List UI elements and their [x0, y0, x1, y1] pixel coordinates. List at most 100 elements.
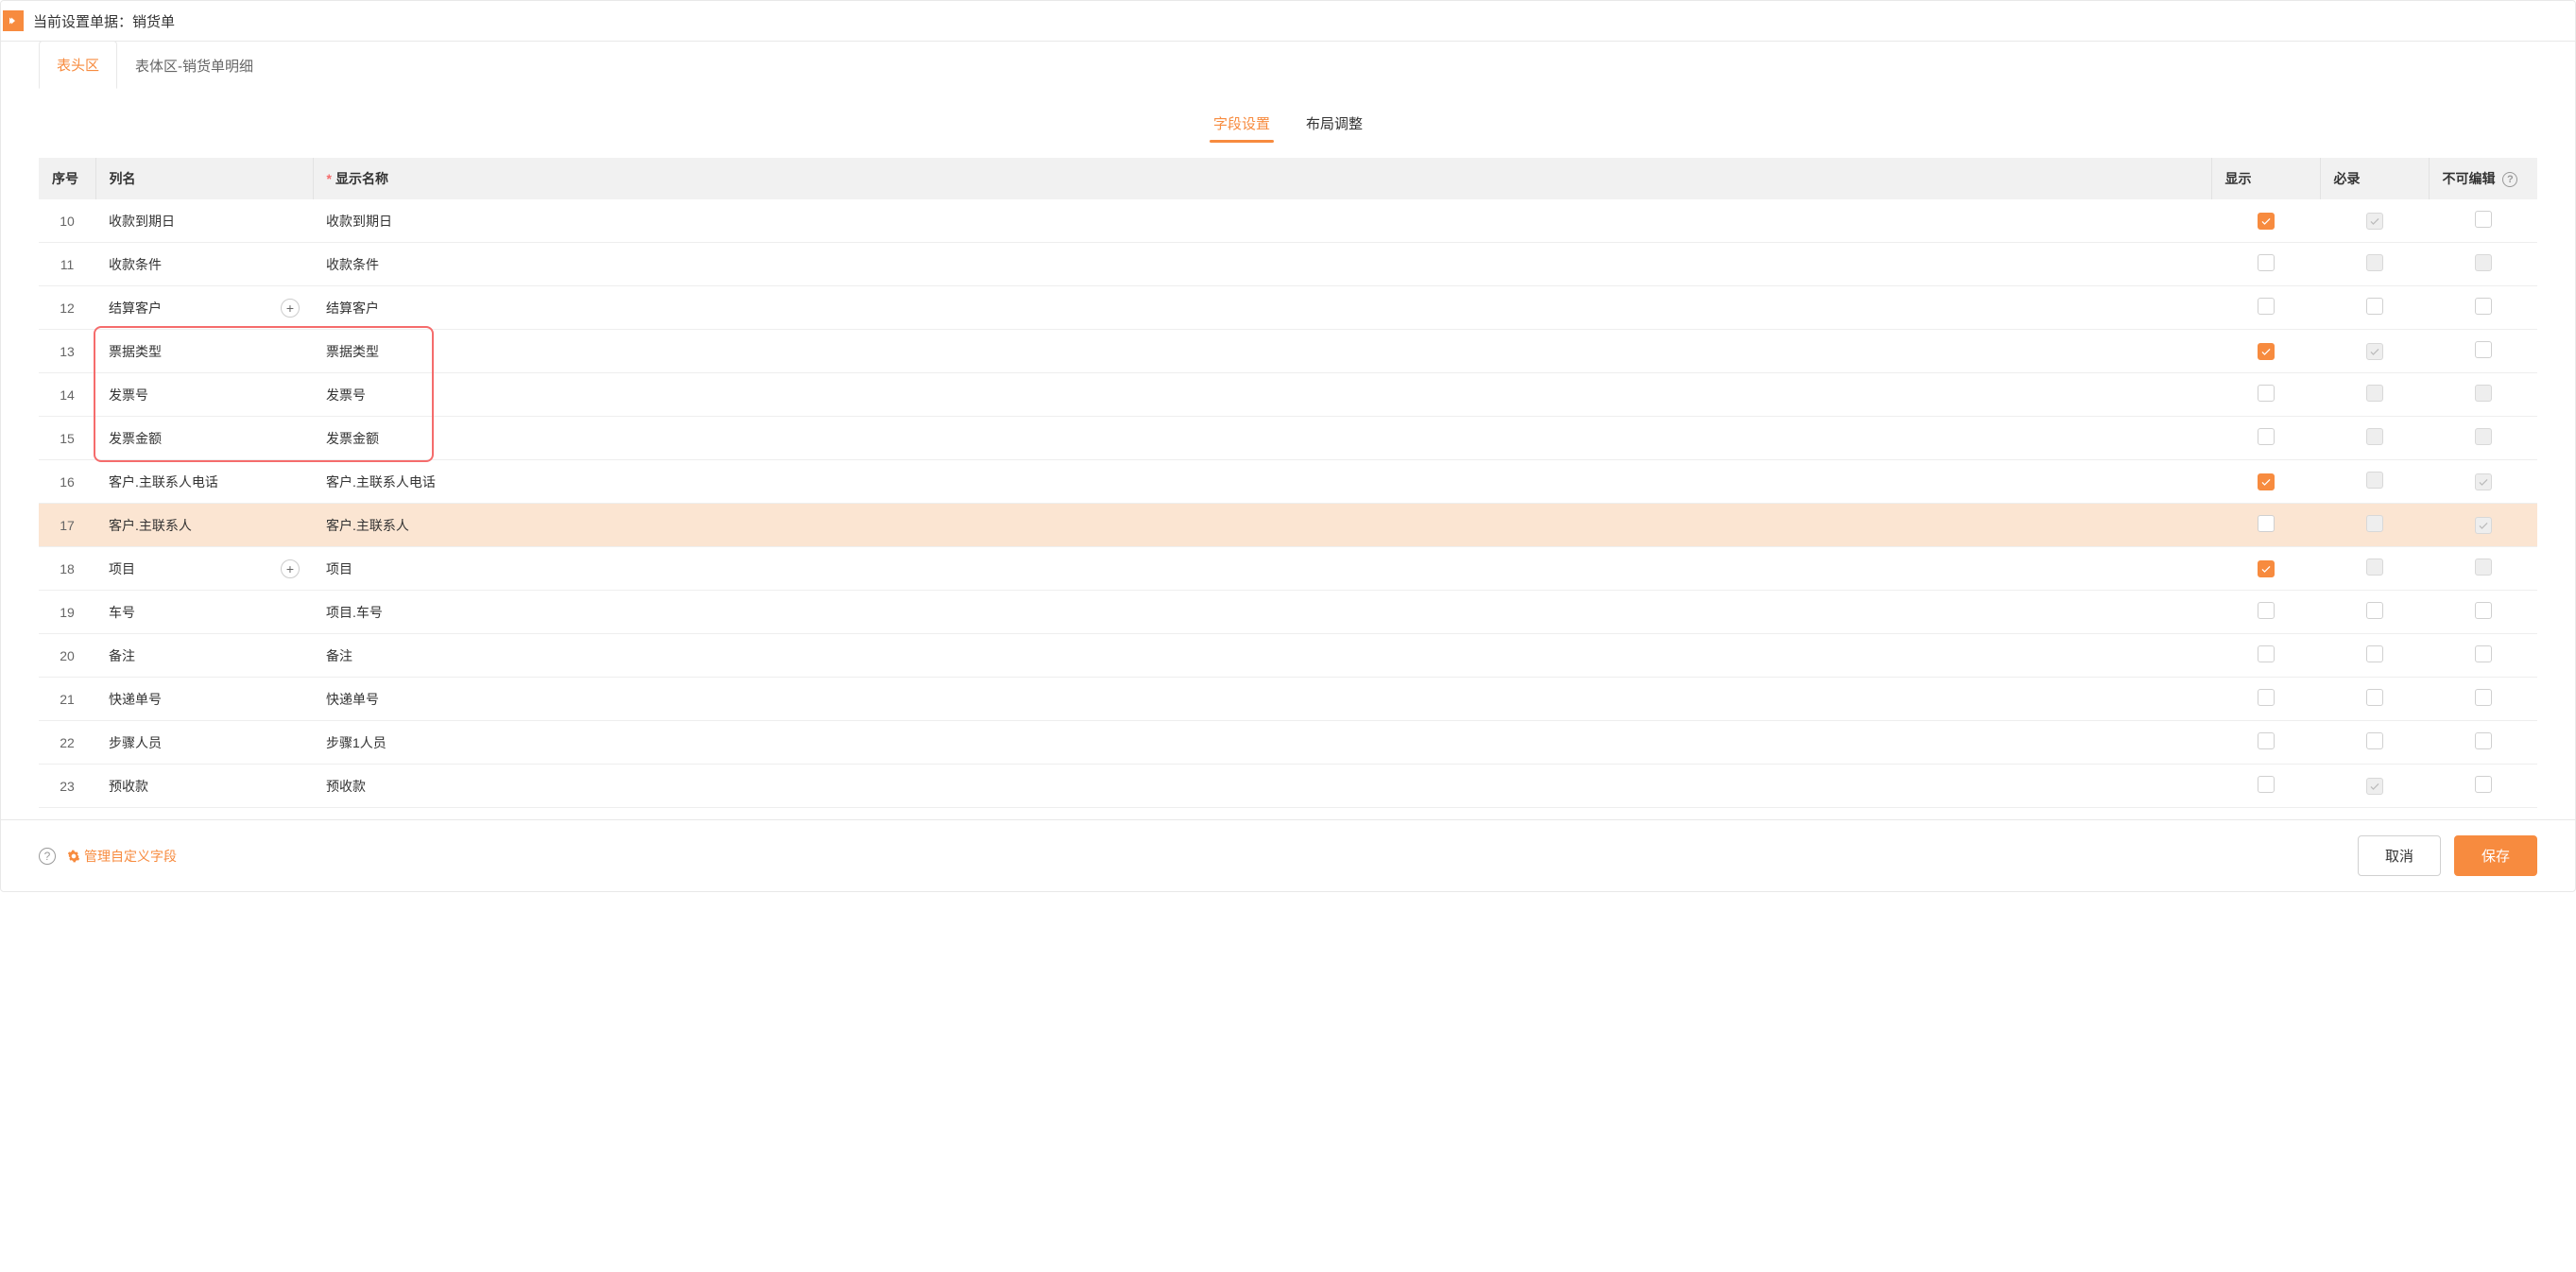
cell-not-editable	[2429, 199, 2537, 243]
cell-required	[2320, 199, 2429, 243]
cell-not-editable	[2429, 591, 2537, 634]
checkbox-required[interactable]	[2366, 602, 2383, 619]
checkbox-not-editable[interactable]	[2475, 776, 2492, 793]
cell-seq: 12	[39, 286, 95, 330]
cell-not-editable	[2429, 504, 2537, 547]
table-row: 20备注备注	[39, 634, 2537, 678]
header-required: 必录	[2320, 158, 2429, 199]
checkbox-show[interactable]	[2258, 560, 2275, 577]
header-bar: 当前设置单据：销货单	[1, 1, 2575, 42]
table-row: 21快递单号快递单号	[39, 678, 2537, 721]
expand-toggle-button[interactable]	[3, 10, 24, 31]
checkbox-required[interactable]	[2366, 645, 2383, 662]
cell-not-editable	[2429, 678, 2537, 721]
table-row: 23预收款预收款	[39, 765, 2537, 808]
main-tabs: 表头区表体区-销货单明细	[1, 41, 2575, 89]
cell-display-name[interactable]: 预收款	[313, 765, 2211, 808]
col-name-text: 车号	[109, 603, 135, 622]
doc-title: 当前设置单据：销货单	[33, 11, 175, 31]
checkbox-not-editable	[2475, 517, 2492, 534]
cell-seq: 13	[39, 330, 95, 373]
tab-1[interactable]: 表体区-销货单明细	[117, 42, 271, 89]
checkbox-required[interactable]	[2366, 689, 2383, 706]
col-name-text: 项目	[109, 559, 135, 578]
sub-tab-1[interactable]: 布局调整	[1302, 106, 1366, 141]
checkbox-show[interactable]	[2258, 385, 2275, 402]
cell-col-name: 预收款	[95, 765, 313, 808]
checkbox-show[interactable]	[2258, 776, 2275, 793]
cell-display-name[interactable]: 发票号	[313, 373, 2211, 417]
checkbox-show[interactable]	[2258, 515, 2275, 532]
add-sub-field-button[interactable]: +	[281, 559, 300, 578]
checkbox-show[interactable]	[2258, 428, 2275, 445]
checkbox-not-editable[interactable]	[2475, 211, 2492, 228]
checkbox-show[interactable]	[2258, 645, 2275, 662]
checkbox-not-editable[interactable]	[2475, 689, 2492, 706]
gear-icon	[67, 850, 80, 863]
footer-right: 取消 保存	[2358, 835, 2537, 876]
cell-display-name[interactable]: 发票金额	[313, 417, 2211, 460]
cell-required	[2320, 591, 2429, 634]
cell-col-name: 发票金额	[95, 417, 313, 460]
cell-show	[2211, 286, 2320, 330]
cell-display-name[interactable]: 步骤1人员	[313, 721, 2211, 765]
cell-seq: 10	[39, 199, 95, 243]
question-icon[interactable]: ?	[39, 848, 56, 865]
cell-display-name[interactable]: 备注	[313, 634, 2211, 678]
help-icon[interactable]: ?	[2502, 172, 2517, 187]
cell-show	[2211, 199, 2320, 243]
cell-not-editable	[2429, 373, 2537, 417]
checkbox-show[interactable]	[2258, 298, 2275, 315]
cell-show	[2211, 634, 2320, 678]
cell-required	[2320, 243, 2429, 286]
checkbox-required[interactable]	[2366, 732, 2383, 749]
save-button[interactable]: 保存	[2454, 835, 2537, 876]
checkbox-not-editable[interactable]	[2475, 645, 2492, 662]
checkbox-show[interactable]	[2258, 213, 2275, 230]
manage-custom-fields-link[interactable]: 管理自定义字段	[67, 847, 177, 866]
cell-show	[2211, 504, 2320, 547]
checkbox-not-editable[interactable]	[2475, 602, 2492, 619]
cell-seq: 20	[39, 634, 95, 678]
checkbox-show[interactable]	[2258, 473, 2275, 490]
cell-display-name[interactable]: 项目	[313, 547, 2211, 591]
cell-display-name[interactable]: 结算客户	[313, 286, 2211, 330]
checkbox-show[interactable]	[2258, 254, 2275, 271]
cancel-button[interactable]: 取消	[2358, 835, 2441, 876]
cell-show	[2211, 721, 2320, 765]
table-row: 10收款到期日收款到期日	[39, 199, 2537, 243]
add-sub-field-button[interactable]: +	[281, 299, 300, 318]
checkbox-not-editable[interactable]	[2475, 341, 2492, 358]
table-row: 19 车号 项目.车号	[39, 591, 2537, 634]
cell-required	[2320, 373, 2429, 417]
cell-display-name[interactable]: 客户.主联系人	[313, 504, 2211, 547]
checkbox-show[interactable]	[2258, 343, 2275, 360]
cell-display-name[interactable]: 票据类型	[313, 330, 2211, 373]
checkbox-not-editable[interactable]	[2475, 298, 2492, 315]
checkbox-required	[2366, 428, 2383, 445]
cell-seq: 19	[39, 591, 95, 634]
checkbox-show[interactable]	[2258, 602, 2275, 619]
cell-col-name: 收款到期日	[95, 199, 313, 243]
cell-display-name[interactable]: 收款到期日	[313, 199, 2211, 243]
tab-0[interactable]: 表头区	[39, 41, 117, 89]
col-name-text: 发票号	[109, 386, 148, 404]
sub-tab-0[interactable]: 字段设置	[1210, 106, 1274, 141]
cell-display-name[interactable]: 项目.车号	[313, 591, 2211, 634]
cell-required	[2320, 678, 2429, 721]
cell-display-name[interactable]: 客户.主联系人电话	[313, 460, 2211, 504]
cell-seq: 14	[39, 373, 95, 417]
table-row: 12结算客户+结算客户	[39, 286, 2537, 330]
cell-required	[2320, 417, 2429, 460]
checkbox-required[interactable]	[2366, 298, 2383, 315]
checkbox-show[interactable]	[2258, 732, 2275, 749]
checkbox-not-editable[interactable]	[2475, 732, 2492, 749]
checkbox-show[interactable]	[2258, 689, 2275, 706]
cell-show	[2211, 547, 2320, 591]
table-header-row: 序号 列名 *显示名称 显示 必录 不可编辑 ?	[39, 158, 2537, 199]
checkbox-required	[2366, 213, 2383, 230]
cell-display-name[interactable]: 收款条件	[313, 243, 2211, 286]
cell-seq: 15	[39, 417, 95, 460]
checkbox-required	[2366, 254, 2383, 271]
cell-display-name[interactable]: 快递单号	[313, 678, 2211, 721]
